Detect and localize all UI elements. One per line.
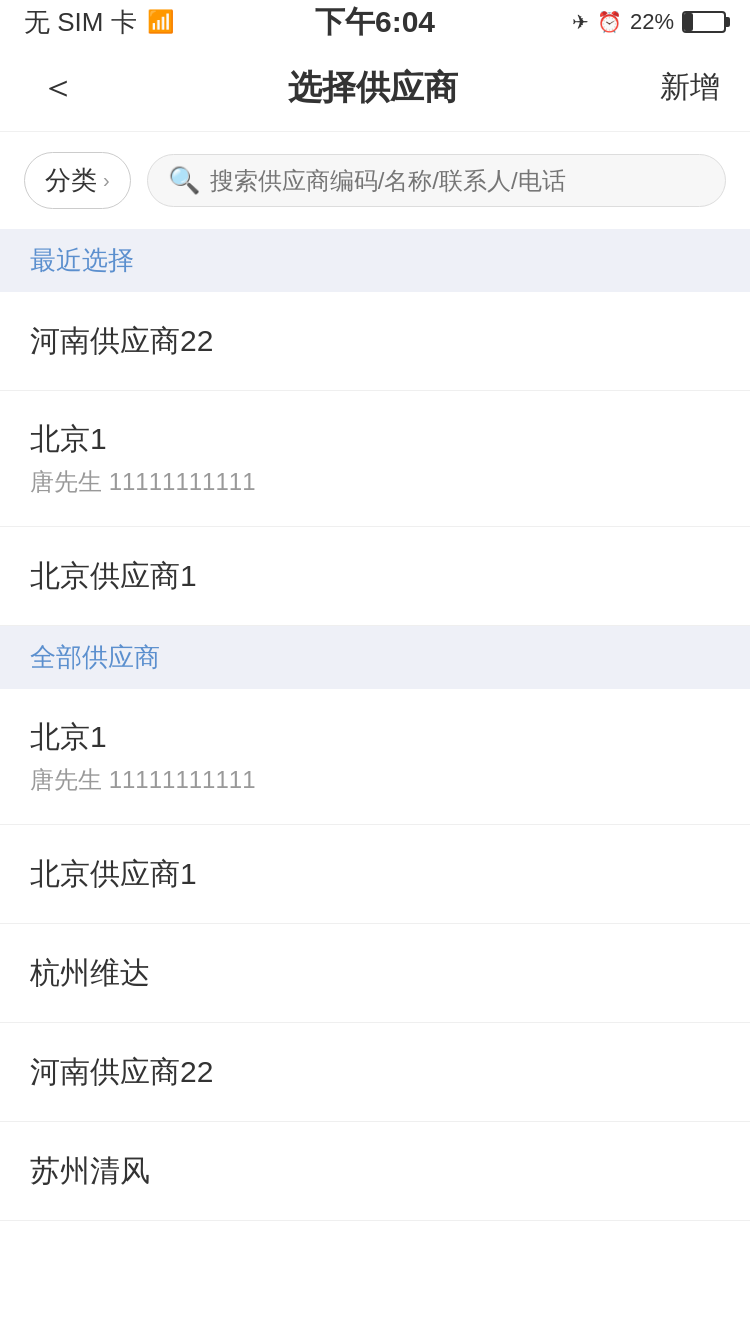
battery-percent: 22% <box>630 9 674 35</box>
item-name: 杭州维达 <box>30 952 720 994</box>
location-icon: ✈ <box>572 10 589 34</box>
search-box[interactable]: 🔍 <box>147 154 726 207</box>
list-item[interactable]: 北京供应商1 <box>0 825 750 924</box>
list-item[interactable]: 北京1 唐先生 11111111111 <box>0 391 750 527</box>
status-carrier: 无 SIM 卡 📶 <box>24 5 174 40</box>
nav-bar: ＜ 选择供应商 新增 <box>0 44 750 132</box>
wifi-icon: 📶 <box>147 9 174 35</box>
item-sub: 唐先生 11111111111 <box>30 466 720 498</box>
list-item[interactable]: 北京1 唐先生 11111111111 <box>0 689 750 825</box>
chevron-right-icon: › <box>103 169 110 192</box>
filter-bar: 分类 › 🔍 <box>0 132 750 229</box>
list-item[interactable]: 河南供应商22 <box>0 292 750 391</box>
list-item[interactable]: 北京供应商1 <box>0 527 750 626</box>
status-time: 下午6:04 <box>315 2 435 43</box>
back-button[interactable]: ＜ <box>30 53 86 122</box>
battery-icon <box>682 11 726 33</box>
add-button[interactable]: 新增 <box>660 67 720 108</box>
item-name: 北京1 <box>30 419 720 460</box>
page-title: 选择供应商 <box>288 65 458 111</box>
alarm-icon: ⏰ <box>597 10 622 34</box>
item-name: 河南供应商22 <box>30 320 720 362</box>
status-right: ✈ ⏰ 22% <box>572 9 726 35</box>
item-name: 河南供应商22 <box>30 1051 720 1093</box>
list-item[interactable]: 苏州清风 <box>0 1122 750 1221</box>
all-list: 北京1 唐先生 11111111111 北京供应商1 杭州维达 河南供应商22 … <box>0 689 750 1221</box>
item-name: 北京1 <box>30 717 720 758</box>
category-label: 分类 <box>45 163 97 198</box>
list-item[interactable]: 杭州维达 <box>0 924 750 1023</box>
recent-list: 河南供应商22 北京1 唐先生 11111111111 北京供应商1 <box>0 292 750 626</box>
all-section-header: 全部供应商 <box>0 626 750 689</box>
item-sub: 唐先生 11111111111 <box>30 764 720 796</box>
status-bar: 无 SIM 卡 📶 下午6:04 ✈ ⏰ 22% <box>0 0 750 44</box>
search-input[interactable] <box>210 167 705 195</box>
item-name: 北京供应商1 <box>30 555 720 597</box>
search-icon: 🔍 <box>168 165 200 196</box>
list-item[interactable]: 河南供应商22 <box>0 1023 750 1122</box>
category-button[interactable]: 分类 › <box>24 152 131 209</box>
recent-section-header: 最近选择 <box>0 229 750 292</box>
item-name: 北京供应商1 <box>30 853 720 895</box>
item-name: 苏州清风 <box>30 1150 720 1192</box>
